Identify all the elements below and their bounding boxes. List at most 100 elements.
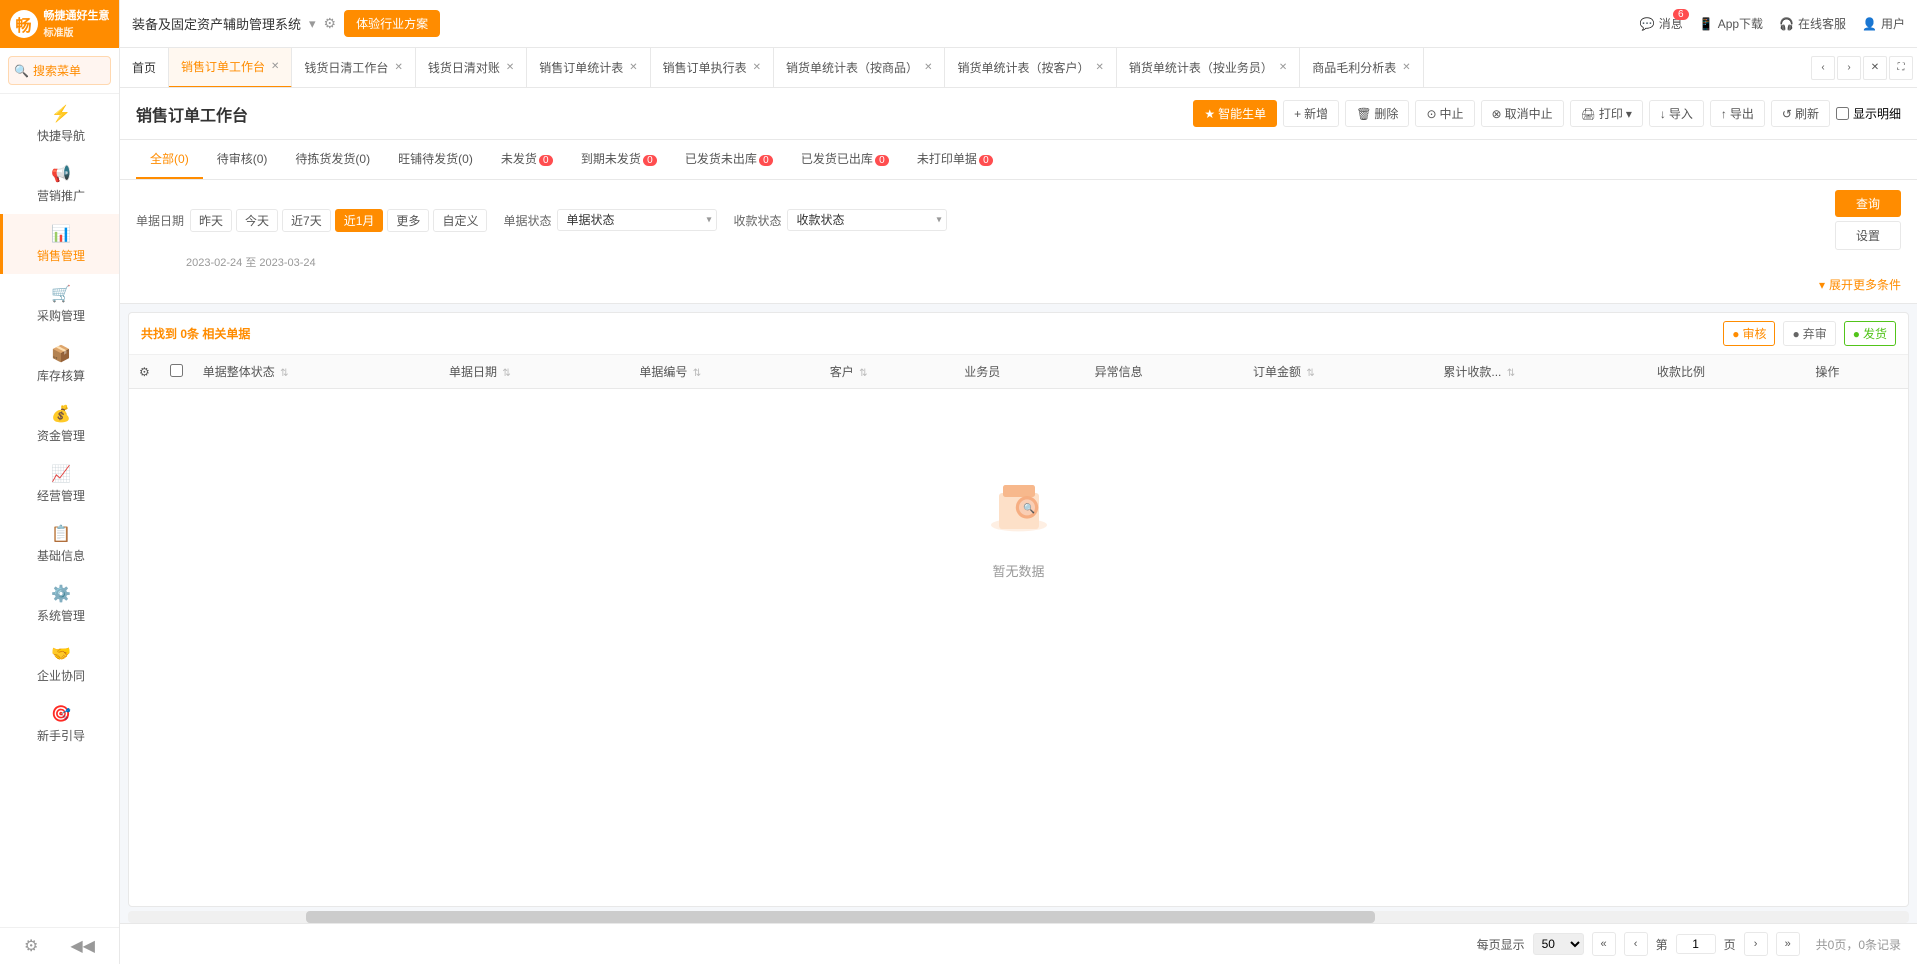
subtab-all[interactable]: 全部(0)	[136, 140, 203, 179]
expired-badge: 0	[643, 155, 657, 166]
delete-button[interactable]: 🗑 删除	[1345, 100, 1409, 127]
sort-icon-accumulated[interactable]: ⇅	[1507, 368, 1515, 379]
sidebar-item-enterprise[interactable]: 🤝 企业协同	[0, 634, 119, 694]
subtab-not-shipped[interactable]: 未发货0	[487, 140, 567, 179]
tab-sales-stat-staff[interactable]: 销货单统计表（按业务员） ✕	[1117, 48, 1300, 88]
inventory-icon: 📦	[51, 344, 71, 364]
show-detail-checkbox[interactable]	[1836, 107, 1849, 120]
user-action[interactable]: 👤 用户	[1862, 15, 1905, 32]
cancel-pause-button[interactable]: ⊗ 取消中止	[1481, 100, 1564, 127]
sort-icon-customer[interactable]: ⇅	[859, 368, 867, 379]
query-button[interactable]: 查询	[1835, 190, 1901, 217]
sidebar-item-operations[interactable]: 📈 经营管理	[0, 454, 119, 514]
sidebar-item-inventory[interactable]: 📦 库存核算	[0, 334, 119, 394]
gear-icon[interactable]: ⚙	[324, 15, 337, 32]
sidebar-item-quick-nav[interactable]: ⚡ 快捷导航	[0, 94, 119, 154]
export-button[interactable]: ↑ 导出	[1710, 100, 1765, 127]
tab-close-cash-reconcile[interactable]: ✕	[506, 62, 514, 73]
subtab-shipped-not-out[interactable]: 已发货未出库0	[671, 140, 787, 179]
next-page-button[interactable]: ›	[1744, 932, 1768, 956]
date-1month[interactable]: 近1月	[335, 209, 384, 232]
doc-status-select[interactable]: 单据状态	[557, 209, 717, 231]
sort-icon-status[interactable]: ⇅	[280, 368, 288, 379]
settings-button[interactable]: 设置	[1835, 221, 1901, 250]
app-download-action[interactable]: 📱 App下载	[1699, 15, 1763, 32]
dropdown-icon[interactable]: ▾	[309, 16, 316, 32]
sidebar-item-basic-info[interactable]: 📋 基础信息	[0, 514, 119, 574]
sidebar-item-system[interactable]: ⚙️ 系统管理	[0, 574, 119, 634]
date-more[interactable]: 更多	[387, 209, 429, 232]
tab-home[interactable]: 首页	[120, 48, 169, 88]
payment-status-select[interactable]: 收款状态	[787, 209, 947, 231]
per-page-select[interactable]: 50 100 200	[1533, 933, 1584, 955]
tab-sales-workbench[interactable]: 销售订单工作台 ✕	[169, 48, 292, 88]
tab-close-sales-stat-product[interactable]: ✕	[924, 62, 932, 73]
tab-close-sales-stat-customer[interactable]: ✕	[1095, 62, 1103, 73]
message-action[interactable]: 💬 消息 6	[1640, 15, 1683, 32]
tab-close-sales-stat[interactable]: ✕	[629, 62, 637, 73]
date-yesterday[interactable]: 昨天	[190, 209, 232, 232]
tab-close-gross-profit[interactable]: ✕	[1402, 62, 1410, 73]
add-button[interactable]: + 新增	[1283, 100, 1339, 127]
settings-icon[interactable]: ⚙	[24, 936, 38, 956]
subtab-shipped-out[interactable]: 已发货已出库0	[787, 140, 903, 179]
th-checkbox[interactable]	[160, 355, 193, 389]
tab-cash-reconcile[interactable]: 钱货日清对账 ✕	[416, 48, 527, 88]
select-all-checkbox[interactable]	[170, 364, 183, 377]
collapse-icon[interactable]: ◀◀	[70, 936, 95, 956]
tab-close-sales-stat-staff[interactable]: ✕	[1279, 62, 1287, 73]
th-settings[interactable]: ⚙	[129, 355, 160, 389]
sidebar-item-marketing[interactable]: 📢 营销推广	[0, 154, 119, 214]
sort-icon-date[interactable]: ⇅	[502, 368, 510, 379]
date-custom[interactable]: 自定义	[433, 209, 487, 232]
tab-close-sales-workbench[interactable]: ✕	[271, 61, 279, 72]
prev-page-button[interactable]: ‹	[1624, 932, 1648, 956]
subtab-expired-not-shipped[interactable]: 到期未发货0	[567, 140, 671, 179]
tab-gross-profit[interactable]: 商品毛利分析表 ✕	[1300, 48, 1423, 88]
cancel-review-button[interactable]: ● 弃审	[1783, 321, 1835, 346]
tab-nav-prev[interactable]: ‹	[1811, 56, 1835, 80]
sales-icon: 📊	[51, 224, 71, 244]
sort-icon-amount[interactable]: ⇅	[1306, 368, 1314, 379]
deliver-button[interactable]: ● 发货	[1844, 321, 1896, 346]
tab-sales-exec[interactable]: 销售订单执行表 ✕	[651, 48, 774, 88]
subtab-wangpu-pending[interactable]: 旺铺待发货(0)	[384, 140, 487, 179]
scrollbar-thumb[interactable]	[306, 911, 1375, 923]
tab-sales-stat-customer[interactable]: 销货单统计表（按客户） ✕	[945, 48, 1116, 88]
print-button[interactable]: 🖨 打印 ▾	[1570, 100, 1643, 127]
date-today[interactable]: 今天	[236, 209, 278, 232]
first-page-button[interactable]: «	[1592, 932, 1616, 956]
sidebar-item-sales[interactable]: 📊 销售管理	[0, 214, 119, 274]
smart-create-button[interactable]: ★ 智能生单	[1193, 100, 1277, 127]
expand-conditions-button[interactable]: ▾ 展开更多条件	[1819, 276, 1901, 293]
tab-close-sales-exec[interactable]: ✕	[753, 62, 761, 73]
last-page-button[interactable]: »	[1776, 932, 1800, 956]
page-input[interactable]	[1676, 934, 1716, 954]
refresh-icon: ↺	[1782, 107, 1792, 121]
date-7days[interactable]: 近7天	[282, 209, 331, 232]
tab-cash-daily[interactable]: 钱货日清工作台 ✕	[292, 48, 415, 88]
industry-solution-button[interactable]: 体验行业方案	[344, 10, 440, 37]
subtab-pending-inspection[interactable]: 待拣货发货(0)	[281, 140, 384, 179]
review-button[interactable]: ● 审核	[1723, 321, 1775, 346]
tab-sales-stat[interactable]: 销售订单统计表 ✕	[527, 48, 650, 88]
tab-nav-maximize[interactable]: ⛶	[1889, 56, 1913, 80]
sidebar-item-purchase[interactable]: 🛒 采购管理	[0, 274, 119, 334]
tab-close-cash-daily[interactable]: ✕	[394, 62, 402, 73]
subtab-not-printed[interactable]: 未打印单据0	[903, 140, 1007, 179]
import-button[interactable]: ↓ 导入	[1649, 100, 1704, 127]
subtab-pending-review[interactable]: 待审核(0)	[203, 140, 282, 179]
tab-nav-close[interactable]: ✕	[1863, 56, 1887, 80]
tab-sales-stat-product[interactable]: 销货单统计表（按商品） ✕	[774, 48, 945, 88]
search-menu-button[interactable]: 🔍 搜索菜单	[8, 56, 111, 85]
horizontal-scrollbar[interactable]	[128, 911, 1909, 923]
sidebar-item-guide[interactable]: 🎯 新手引导	[0, 694, 119, 754]
pause-button[interactable]: ⊙ 中止	[1415, 100, 1474, 127]
online-service-action[interactable]: 🎧 在线客服	[1779, 15, 1846, 32]
sort-icon-number[interactable]: ⇅	[693, 368, 701, 379]
table-toolbar: 共找到 0条 相关单据 ● 审核 ● 弃审 ● 发货	[129, 313, 1908, 355]
tab-nav-next[interactable]: ›	[1837, 56, 1861, 80]
show-detail-label[interactable]: 显示明细	[1836, 105, 1901, 122]
refresh-button[interactable]: ↺ 刷新	[1771, 100, 1830, 127]
sidebar-item-finance[interactable]: 💰 资金管理	[0, 394, 119, 454]
